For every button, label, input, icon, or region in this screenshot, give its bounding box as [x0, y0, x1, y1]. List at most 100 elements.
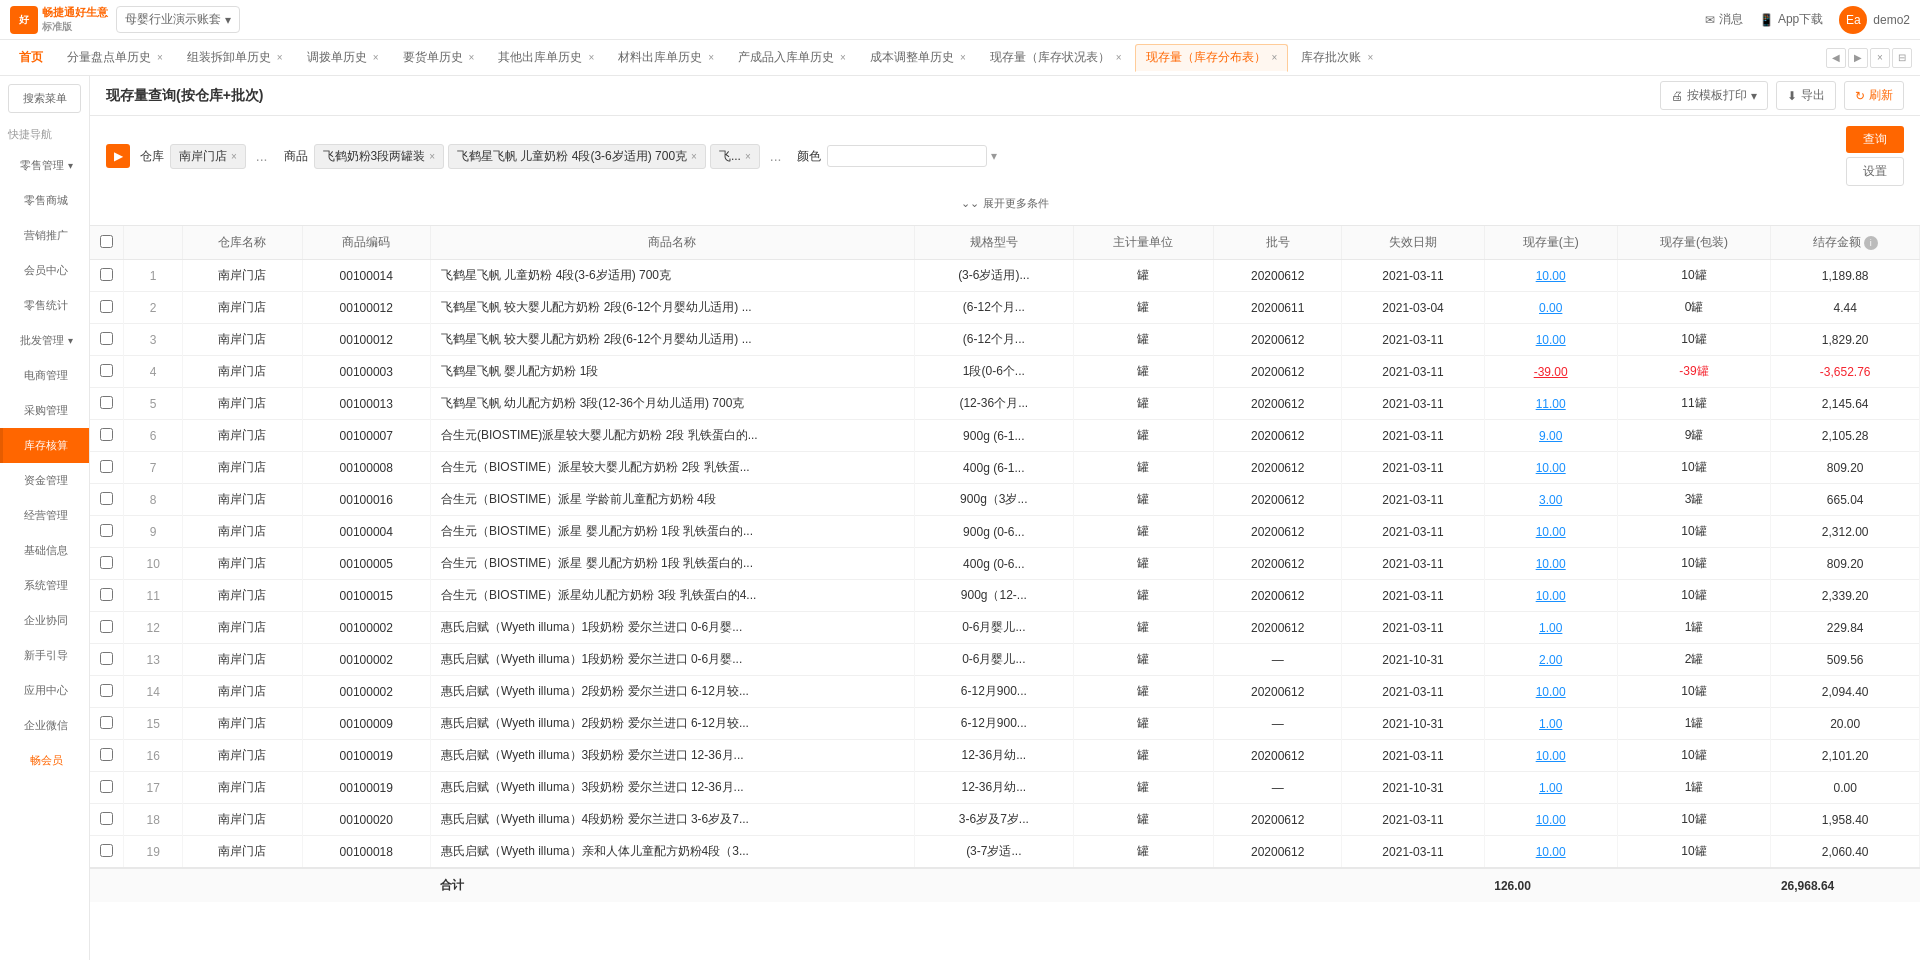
row-checkbox[interactable]: [100, 428, 113, 441]
remove-tag-icon[interactable]: ×: [691, 151, 697, 162]
remove-tag-icon[interactable]: ×: [231, 151, 237, 162]
stock-main-link[interactable]: 11.00: [1536, 397, 1566, 411]
row-checkbox[interactable]: [100, 332, 113, 345]
message-btn[interactable]: ✉ 消息: [1705, 11, 1743, 28]
sidebar-item-operation[interactable]: 经营管理: [0, 498, 89, 533]
sidebar-item-wholesale[interactable]: 批发管理 ▾: [0, 323, 89, 358]
row-checkbox[interactable]: [100, 396, 113, 409]
balance-info-icon[interactable]: i: [1864, 236, 1878, 250]
stock-main-link[interactable]: 2.00: [1539, 653, 1562, 667]
tab-close-icon[interactable]: ×: [277, 52, 283, 63]
tab-close-icon[interactable]: ×: [840, 52, 846, 63]
sidebar-item-new-guide[interactable]: 新手引导: [0, 638, 89, 673]
sidebar-item-purchase[interactable]: 采购管理: [0, 393, 89, 428]
sidebar-item-marketing[interactable]: 营销推广: [0, 218, 89, 253]
row-checkbox[interactable]: [100, 364, 113, 377]
tab-next-btn[interactable]: ▶: [1848, 48, 1868, 68]
workspace-selector[interactable]: 母婴行业演示账套 ▾: [116, 6, 240, 33]
sidebar-item-app-center[interactable]: 应用中心: [0, 673, 89, 708]
tab-product-in[interactable]: 产成品入库单历史 ×: [727, 44, 857, 72]
tab-mix[interactable]: 调拨单历史 ×: [296, 44, 390, 72]
sidebar-item-vip[interactable]: 畅会员: [0, 743, 89, 778]
product-filter-more-btn[interactable]: ...: [764, 145, 788, 167]
tab-menu-btn[interactable]: ⊟: [1892, 48, 1912, 68]
row-checkbox[interactable]: [100, 844, 113, 857]
warehouse-tag-nanao[interactable]: 南岸门店 ×: [170, 144, 246, 169]
tab-close-icon[interactable]: ×: [373, 52, 379, 63]
tab-prev-btn[interactable]: ◀: [1826, 48, 1846, 68]
stock-main-link[interactable]: 1.00: [1539, 621, 1562, 635]
app-download-btn[interactable]: 📱 App下载: [1759, 11, 1823, 28]
tab-cost-adjust[interactable]: 成本调整单历史 ×: [859, 44, 977, 72]
tab-close-icon[interactable]: ×: [960, 52, 966, 63]
setting-btn[interactable]: 设置: [1846, 157, 1904, 186]
tab-material-out[interactable]: 材料出库单历史 ×: [607, 44, 725, 72]
stock-main-link[interactable]: -39.00: [1534, 365, 1568, 379]
tab-home[interactable]: 首页: [8, 44, 54, 72]
stock-main-link[interactable]: 3.00: [1539, 493, 1562, 507]
tab-close-icon[interactable]: ×: [1367, 52, 1373, 63]
filter-more-btn[interactable]: ...: [250, 145, 274, 167]
row-checkbox[interactable]: [100, 460, 113, 473]
sidebar-item-finance[interactable]: 资金管理: [0, 463, 89, 498]
stock-main-link[interactable]: 10.00: [1536, 461, 1566, 475]
row-checkbox[interactable]: [100, 524, 113, 537]
stock-main-link[interactable]: 10.00: [1536, 589, 1566, 603]
sidebar-item-enterprise-wx[interactable]: 企业微信: [0, 708, 89, 743]
stock-main-link[interactable]: 10.00: [1536, 685, 1566, 699]
remove-tag-icon[interactable]: ×: [745, 151, 751, 162]
tab-close-icon[interactable]: ×: [1116, 52, 1122, 63]
refresh-btn[interactable]: ↻ 刷新: [1844, 81, 1904, 110]
remove-tag-icon[interactable]: ×: [429, 151, 435, 162]
sidebar-item-retail[interactable]: 零售管理 ▾: [0, 148, 89, 183]
tab-stock-status[interactable]: 现存量（库存状况表） ×: [979, 44, 1133, 72]
export-btn[interactable]: ⬇ 导出: [1776, 81, 1836, 110]
product-tag-more[interactable]: 飞... ×: [710, 144, 760, 169]
sidebar-item-inventory[interactable]: 库存核算: [0, 428, 89, 463]
sidebar-item-system[interactable]: 系统管理: [0, 568, 89, 603]
sidebar-item-ecommerce[interactable]: 电商管理: [0, 358, 89, 393]
row-checkbox[interactable]: [100, 556, 113, 569]
tab-disassemble[interactable]: 组装拆卸单历史 ×: [176, 44, 294, 72]
stock-main-link[interactable]: 1.00: [1539, 717, 1562, 731]
sidebar-item-basic[interactable]: 基础信息: [0, 533, 89, 568]
product-tag-1[interactable]: 飞鹤奶粉3段两罐装 ×: [314, 144, 445, 169]
search-menu-btn[interactable]: 搜索菜单: [8, 84, 81, 113]
row-checkbox[interactable]: [100, 716, 113, 729]
row-checkbox[interactable]: [100, 812, 113, 825]
tab-close-icon[interactable]: ×: [708, 52, 714, 63]
user-area[interactable]: Ea demo2: [1839, 6, 1910, 34]
filter-expand-btn[interactable]: ▶: [106, 144, 130, 168]
tab-close-icon[interactable]: ×: [469, 52, 475, 63]
product-tag-2[interactable]: 飞鹤星飞帆 儿童奶粉 4段(3-6岁适用) 700克 ×: [448, 144, 706, 169]
tab-other-out[interactable]: 其他出库单历史 ×: [487, 44, 605, 72]
row-checkbox[interactable]: [100, 652, 113, 665]
tab-batch-ledger[interactable]: 库存批次账 ×: [1290, 44, 1384, 72]
row-checkbox[interactable]: [100, 588, 113, 601]
sidebar-item-retail-stats[interactable]: 零售统计: [0, 288, 89, 323]
tab-stock-dist[interactable]: 现存量（库存分布表） ×: [1135, 44, 1289, 72]
tab-close-icon[interactable]: ×: [588, 52, 594, 63]
tab-split-inventory[interactable]: 分量盘点单历史 ×: [56, 44, 174, 72]
tab-close-icon[interactable]: ×: [1272, 52, 1278, 63]
stock-main-link[interactable]: 10.00: [1536, 813, 1566, 827]
sidebar-item-members[interactable]: 会员中心: [0, 253, 89, 288]
stock-main-link[interactable]: 10.00: [1536, 749, 1566, 763]
stock-main-link[interactable]: 10.00: [1536, 845, 1566, 859]
row-checkbox[interactable]: [100, 684, 113, 697]
color-input[interactable]: [827, 145, 987, 167]
row-checkbox[interactable]: [100, 268, 113, 281]
sidebar-item-enterprise[interactable]: 企业协同: [0, 603, 89, 638]
query-btn[interactable]: 查询: [1846, 126, 1904, 153]
expand-more-btn[interactable]: ⌄⌄ 展开更多条件: [957, 192, 1053, 215]
tab-close-icon[interactable]: ×: [157, 52, 163, 63]
row-checkbox[interactable]: [100, 300, 113, 313]
stock-main-link[interactable]: 1.00: [1539, 781, 1562, 795]
stock-main-link[interactable]: 9.00: [1539, 429, 1562, 443]
row-checkbox[interactable]: [100, 748, 113, 761]
select-all-checkbox[interactable]: [100, 235, 113, 248]
tab-close-all-btn[interactable]: ×: [1870, 48, 1890, 68]
stock-main-link[interactable]: 10.00: [1536, 269, 1566, 283]
row-checkbox[interactable]: [100, 780, 113, 793]
stock-main-link[interactable]: 10.00: [1536, 333, 1566, 347]
